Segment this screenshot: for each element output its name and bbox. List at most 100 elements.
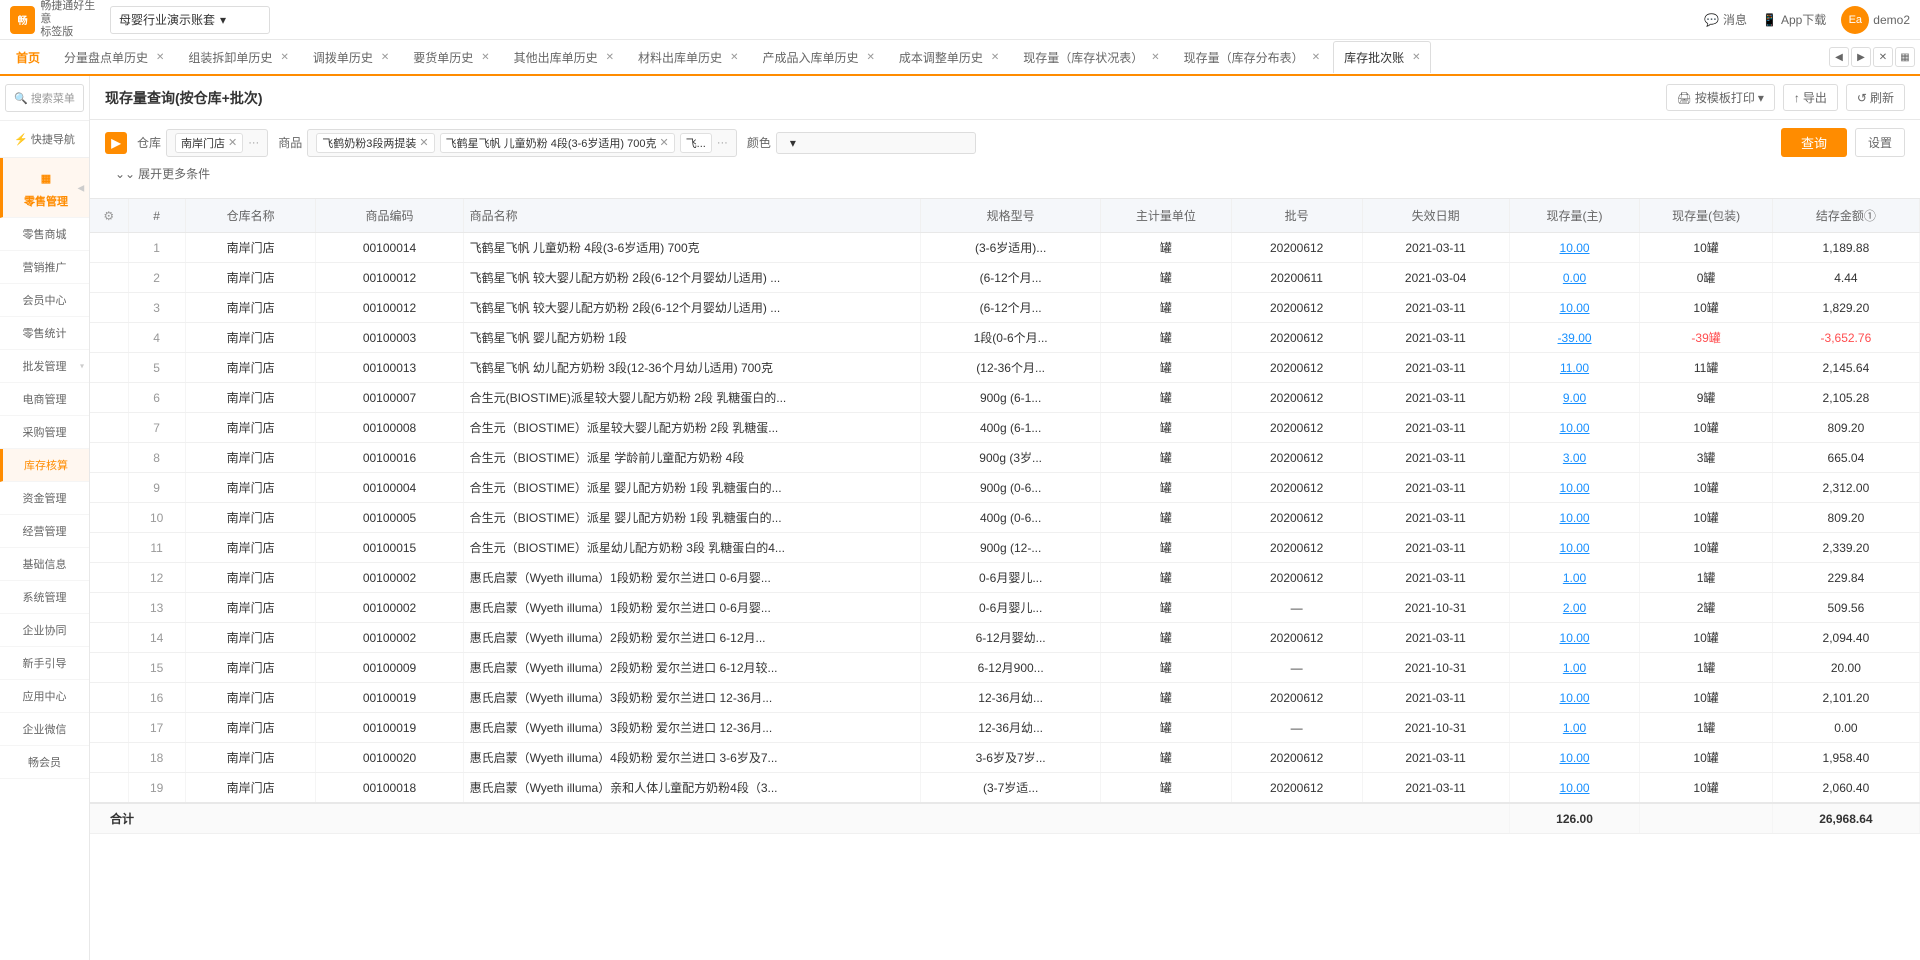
messages-btn[interactable]: 💬 消息 — [1704, 11, 1747, 28]
quick-nav-btn[interactable]: ⚡ 快捷导航 — [0, 125, 89, 153]
row-batch: — — [1231, 593, 1362, 623]
row-name: 惠氏启蒙（Wyeth illuma）4段奶粉 爱尔兰进口 3-6岁及7... — [463, 743, 921, 773]
remove-product-tag-1[interactable]: ✕ — [419, 136, 428, 149]
warehouse-tag: 南岸门店 ✕ — [175, 133, 243, 153]
row-unit: 罐 — [1101, 233, 1232, 263]
sidebar-item-ecommerce[interactable]: 电商管理 — [0, 383, 89, 416]
row-unit: 罐 — [1101, 353, 1232, 383]
export-btn[interactable]: ↑ 导出 — [1783, 84, 1838, 111]
sidebar-item-system[interactable]: 系统管理 — [0, 581, 89, 614]
row-qty[interactable]: 10.00 — [1509, 773, 1640, 804]
row-qty[interactable]: 10.00 — [1509, 533, 1640, 563]
row-qty[interactable]: 10.00 — [1509, 233, 1640, 263]
tab-4[interactable]: 要货单历史 ✕ — [402, 41, 500, 73]
close-tab-3[interactable]: ✕ — [381, 52, 389, 63]
row-amount: 2,145.64 — [1772, 353, 1919, 383]
sidebar-item-wechat[interactable]: 企业微信 — [0, 713, 89, 746]
close-tab-6[interactable]: ✕ — [730, 52, 738, 63]
sidebar-item-wholesale[interactable]: 批发管理 ▾ — [0, 350, 89, 383]
close-tab-4[interactable]: ✕ — [481, 52, 489, 63]
row-spec: (12-36个月... — [921, 353, 1101, 383]
app-download-btn[interactable]: 📱 App下载 — [1762, 11, 1826, 28]
close-tab-9[interactable]: ✕ — [1151, 52, 1159, 63]
tab-11[interactable]: 库存批次账 ✕ — [1333, 41, 1431, 73]
row-expire: 2021-03-11 — [1362, 623, 1509, 653]
row-qty[interactable]: 1.00 — [1509, 563, 1640, 593]
filter-toggle-btn[interactable]: ▶ — [105, 132, 127, 154]
row-qty[interactable]: 10.00 — [1509, 623, 1640, 653]
row-qty[interactable]: 10.00 — [1509, 743, 1640, 773]
row-qty[interactable]: 10.00 — [1509, 413, 1640, 443]
tab-6[interactable]: 材料出库单历史 ✕ — [627, 41, 749, 73]
print-btn[interactable]: 🖨 按模板打印 ▾ — [1666, 84, 1775, 111]
row-qty[interactable]: 9.00 — [1509, 383, 1640, 413]
remove-product-tag-2[interactable]: ✕ — [659, 136, 668, 149]
sidebar-item-membership[interactable]: 畅会员 — [0, 746, 89, 779]
tab-prev-btn[interactable]: ◀ — [1829, 47, 1849, 67]
sidebar-item-enterprise[interactable]: 企业协同 — [0, 614, 89, 647]
close-tab-10[interactable]: ✕ — [1312, 52, 1320, 63]
sidebar-item-guide[interactable]: 新手引导 — [0, 647, 89, 680]
sidebar-item-marketing[interactable]: 营销推广 — [0, 251, 89, 284]
product-selector[interactable]: 飞鹤奶粉3段两提装 ✕ 飞鹤星飞帆 儿童奶粉 4段(3-6岁适用) 700克 ✕… — [307, 129, 737, 157]
close-tab-1[interactable]: ✕ — [156, 52, 164, 63]
warehouse-selector[interactable]: 南岸门店 ✕ ··· — [166, 129, 268, 157]
close-tab-11[interactable]: ✕ — [1412, 52, 1420, 63]
sidebar-item-basic-info[interactable]: 基础信息 — [0, 548, 89, 581]
sidebar-item-inventory[interactable]: 库存核算 — [0, 449, 89, 482]
column-settings-icon[interactable]: ⚙ — [103, 209, 114, 223]
close-tab-7[interactable]: ✕ — [866, 52, 874, 63]
filter-row-1: ▶ 仓库 南岸门店 ✕ ··· 商品 飞鹤奶粉3段两提 — [105, 128, 1905, 157]
account-selector[interactable]: 母婴行业演示账套 ▾ — [110, 6, 270, 34]
row-qty[interactable]: 1.00 — [1509, 713, 1640, 743]
tab-10[interactable]: 现存量（库存分布表） ✕ — [1173, 41, 1331, 73]
row-qty[interactable]: 10.00 — [1509, 503, 1640, 533]
row-unit: 罐 — [1101, 623, 1232, 653]
row-unit: 罐 — [1101, 503, 1232, 533]
tab-next-btn[interactable]: ▶ — [1851, 47, 1871, 67]
row-qty[interactable]: 2.00 — [1509, 593, 1640, 623]
tab-close-btn[interactable]: ✕ — [1873, 47, 1893, 67]
row-unit: 罐 — [1101, 743, 1232, 773]
row-qty[interactable]: 0.00 — [1509, 263, 1640, 293]
tab-1[interactable]: 分量盘点单历史 ✕ — [53, 41, 175, 73]
expand-filters-btn[interactable]: ⌄⌄ 展开更多条件 — [105, 161, 1905, 186]
color-selector[interactable]: ▾ — [776, 132, 976, 154]
row-expire: 2021-03-11 — [1362, 683, 1509, 713]
row-qty[interactable]: 10.00 — [1509, 293, 1640, 323]
settings-btn[interactable]: 设置 — [1855, 128, 1905, 157]
close-tab-8[interactable]: ✕ — [991, 52, 999, 63]
sidebar-item-operations[interactable]: 经营管理 — [0, 515, 89, 548]
row-qty[interactable]: 10.00 — [1509, 683, 1640, 713]
tab-5[interactable]: 其他出库单历史 ✕ — [503, 41, 625, 73]
row-code: 00100019 — [316, 713, 463, 743]
sidebar-item-retail-stats[interactable]: 零售统计 — [0, 317, 89, 350]
close-tab-2[interactable]: ✕ — [280, 52, 288, 63]
row-qty[interactable]: 1.00 — [1509, 653, 1640, 683]
tab-8[interactable]: 成本调整单历史 ✕ — [888, 41, 1010, 73]
remove-warehouse-tag[interactable]: ✕ — [228, 136, 237, 149]
sidebar-item-member[interactable]: 会员中心 — [0, 284, 89, 317]
row-qty[interactable]: 11.00 — [1509, 353, 1640, 383]
sidebar-item-retail[interactable]: ▦ 零售管理 ◀ — [0, 158, 89, 218]
tab-3[interactable]: 调拨单历史 ✕ — [302, 41, 400, 73]
tab-home[interactable]: 首页 — [5, 41, 51, 73]
row-unit: 罐 — [1101, 653, 1232, 683]
row-qty[interactable]: -39.00 — [1509, 323, 1640, 353]
sidebar-item-finance[interactable]: 资金管理 — [0, 482, 89, 515]
user-area[interactable]: Ea demo2 — [1841, 6, 1910, 34]
query-btn[interactable]: 查询 — [1781, 128, 1847, 157]
tab-more-btn[interactable]: ▦ — [1895, 47, 1915, 67]
sidebar-item-purchase[interactable]: 采购管理 — [0, 416, 89, 449]
close-tab-5[interactable]: ✕ — [606, 52, 614, 63]
sidebar-item-app-center[interactable]: 应用中心 — [0, 680, 89, 713]
row-batch: 20200612 — [1231, 233, 1362, 263]
tab-9[interactable]: 现存量（库存状况表） ✕ — [1012, 41, 1170, 73]
tab-7[interactable]: 产成品入库单历史 ✕ — [751, 41, 885, 73]
search-menu-btn[interactable]: 🔍 搜索菜单 — [5, 84, 84, 112]
row-qty[interactable]: 3.00 — [1509, 443, 1640, 473]
tab-2[interactable]: 组装拆卸单历史 ✕ — [177, 41, 299, 73]
sidebar-item-mall[interactable]: 零售商城 — [0, 218, 89, 251]
row-qty[interactable]: 10.00 — [1509, 473, 1640, 503]
refresh-btn[interactable]: ↺ 刷新 — [1846, 84, 1905, 111]
